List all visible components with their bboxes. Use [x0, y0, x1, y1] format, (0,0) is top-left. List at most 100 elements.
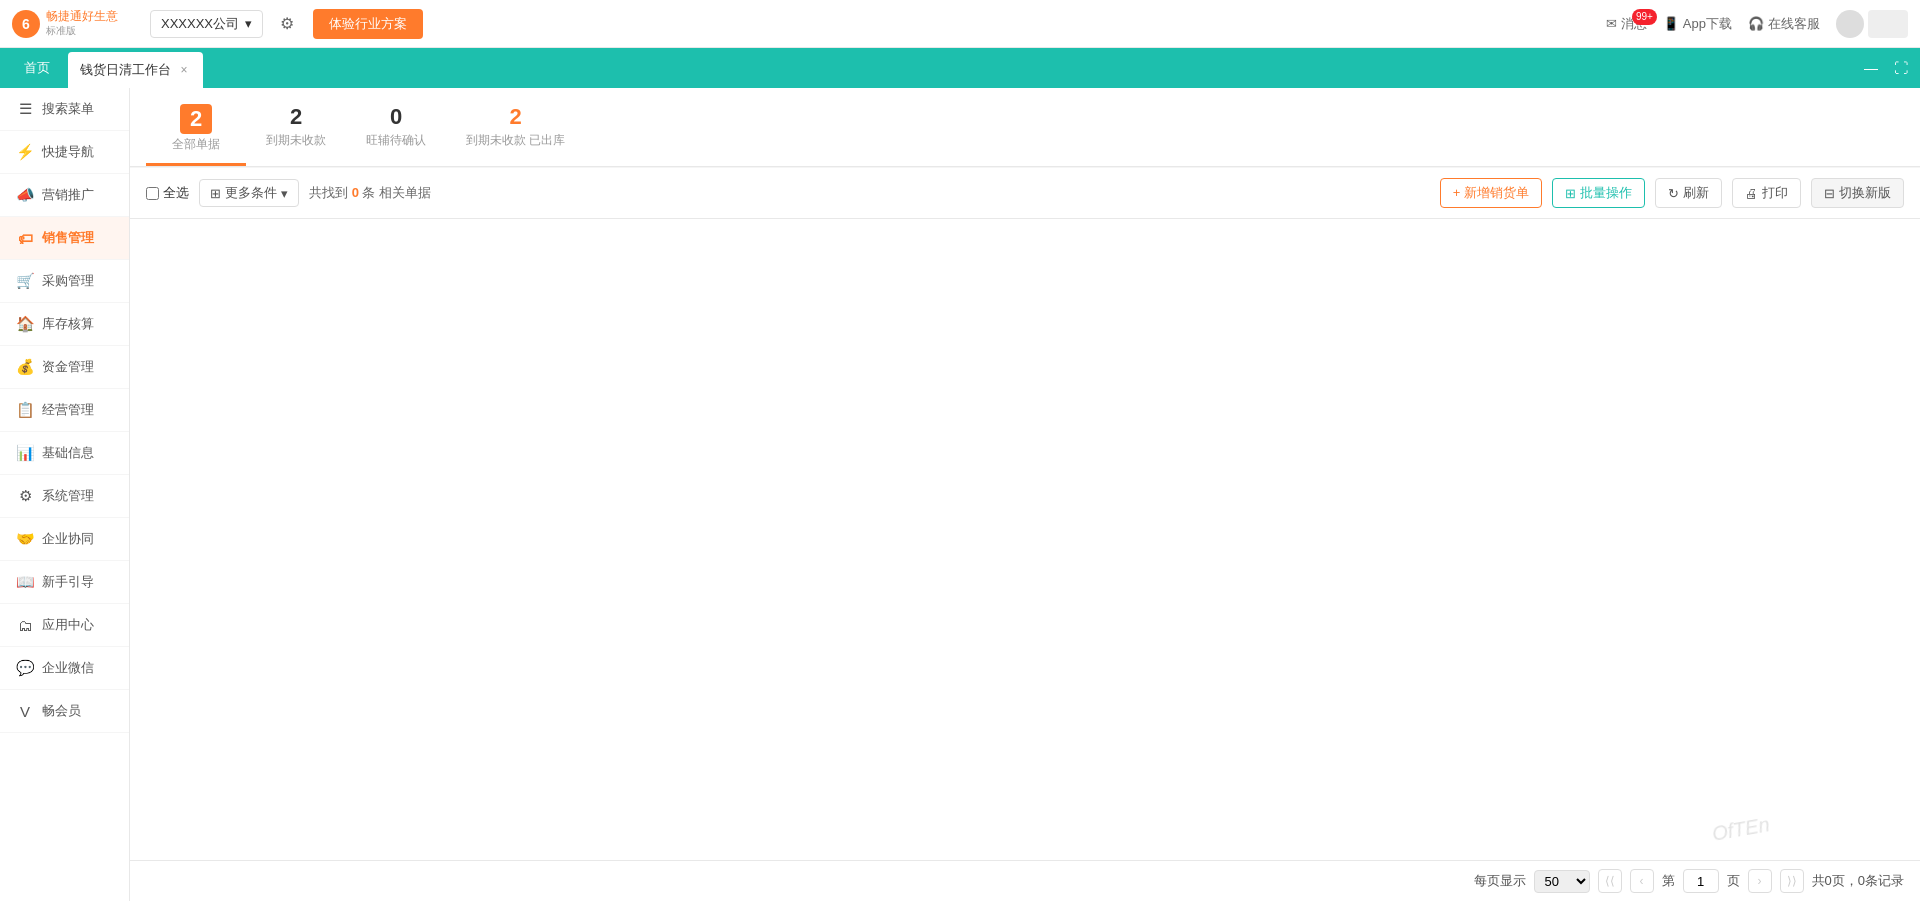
logo-text: 畅捷通好生意 标准版: [46, 9, 118, 39]
sidebar-item-guide[interactable]: 📖 新手引导: [0, 561, 129, 604]
tab-expand-icon[interactable]: ⛶: [1890, 56, 1912, 80]
sidebar-item-search[interactable]: ☰ 搜索菜单: [0, 88, 129, 131]
sidebar-item-collaboration[interactable]: 🤝 企业协同: [0, 518, 129, 561]
page-number-input[interactable]: [1683, 869, 1719, 893]
sidebar-item-wechat[interactable]: 💬 企业微信: [0, 647, 129, 690]
next-page-button[interactable]: ›: [1748, 869, 1772, 893]
app-download-label: App下载: [1683, 15, 1732, 33]
sidebar-label-member: 畅会员: [42, 702, 81, 720]
sidebar-item-purchase[interactable]: 🛒 采购管理: [0, 260, 129, 303]
base-info-icon: 📊: [16, 444, 34, 462]
sidebar-label-inventory: 库存核算: [42, 315, 94, 333]
sidebar-item-sales[interactable]: 🏷 销售管理: [0, 217, 129, 260]
stat-label-shipped: 到期未收款 已出库: [466, 132, 565, 149]
online-service-label: 在线客服: [1768, 15, 1820, 33]
app-download-icon: 📱: [1663, 16, 1679, 31]
batch-label: 批量操作: [1580, 184, 1632, 202]
sidebar-label-marketing: 营销推广: [42, 186, 94, 204]
total-info: 共0页，0条记录: [1812, 872, 1904, 890]
main-layout: ☰ 搜索菜单 ⚡ 快捷导航 📣 营销推广 🏷 销售管理 🛒 采购管理 🏠 库存核…: [0, 88, 1920, 901]
page-label: 第: [1662, 872, 1675, 890]
per-page-select[interactable]: 50 100 200: [1534, 870, 1590, 893]
member-icon: V: [16, 703, 34, 720]
batch-operation-button[interactable]: ⊞ 批量操作: [1552, 178, 1645, 208]
last-page-button[interactable]: ⟩⟩: [1780, 869, 1804, 893]
online-service-button[interactable]: 🎧 在线客服: [1748, 15, 1820, 33]
tab-bar: 首页 钱货日清工作台 × — ⛶: [0, 48, 1920, 88]
company-dropdown-icon: ▾: [245, 16, 252, 31]
checkbox-input[interactable]: [146, 187, 159, 200]
company-selector[interactable]: XXXXXX公司 ▾: [150, 10, 263, 38]
sidebar-label-base-info: 基础信息: [42, 444, 94, 462]
sidebar: ☰ 搜索菜单 ⚡ 快捷导航 📣 营销推广 🏷 销售管理 🛒 采购管理 🏠 库存核…: [0, 88, 130, 901]
app-download-button[interactable]: 📱 App下载: [1663, 15, 1732, 33]
message-button[interactable]: ✉ 消息 99+: [1606, 15, 1647, 33]
sidebar-item-shortcuts[interactable]: ⚡ 快捷导航: [0, 131, 129, 174]
tab-active-label: 钱货日清工作台: [80, 61, 171, 79]
print-button[interactable]: 🖨 打印: [1732, 178, 1801, 208]
sidebar-item-inventory[interactable]: 🏠 库存核算: [0, 303, 129, 346]
collaboration-icon: 🤝: [16, 530, 34, 548]
switch-version-button[interactable]: ⊟ 切换新版: [1811, 178, 1904, 208]
stat-tab-shipped[interactable]: 2 到期未收款 已出库: [446, 96, 585, 166]
trial-button[interactable]: 体验行业方案: [313, 9, 423, 39]
message-badge: 99+: [1632, 9, 1657, 25]
switch-icon: ⊟: [1824, 186, 1835, 201]
user-info[interactable]: [1836, 10, 1908, 38]
sidebar-label-system: 系统管理: [42, 487, 94, 505]
print-label: 打印: [1762, 184, 1788, 202]
first-page-button[interactable]: ⟨⟨: [1598, 869, 1622, 893]
search-menu-icon: ☰: [16, 100, 34, 118]
settings-button[interactable]: ⚙: [271, 8, 303, 40]
tab-home[interactable]: 首页: [8, 48, 66, 88]
select-all-label: 全选: [163, 184, 189, 202]
switch-label: 切换新版: [1839, 184, 1891, 202]
page-suffix: 页: [1727, 872, 1740, 890]
add-sales-order-button[interactable]: + 新增销货单: [1440, 178, 1542, 208]
filter-button[interactable]: ⊞ 更多条件 ▾: [199, 179, 299, 207]
sidebar-label-app-center: 应用中心: [42, 616, 94, 634]
toolbar-left: 全选 ⊞ 更多条件 ▾ 共找到 0 条 相关单据: [146, 179, 1428, 207]
stat-tab-all[interactable]: 2 全部单据: [146, 96, 246, 166]
stat-label-wangfu: 旺辅待确认: [366, 132, 426, 149]
top-header: 6 畅捷通好生意 标准版 XXXXXX公司 ▾ ⚙ 体验行业方案 ✉ 消息 99…: [0, 0, 1920, 48]
tab-minimize-icon[interactable]: —: [1860, 56, 1882, 80]
sidebar-item-system[interactable]: ⚙ 系统管理: [0, 475, 129, 518]
tab-close-button[interactable]: ×: [177, 63, 191, 77]
sidebar-item-member[interactable]: V 畅会员: [0, 690, 129, 733]
wechat-icon: 💬: [16, 659, 34, 677]
refresh-button[interactable]: ↻ 刷新: [1655, 178, 1722, 208]
pagination: 每页显示 50 100 200 ⟨⟨ ‹ 第 页 › ⟩⟩ 共0页，0条记录: [130, 860, 1920, 901]
sidebar-label-search: 搜索菜单: [42, 100, 94, 118]
stat-label-overdue: 到期未收款: [266, 132, 326, 149]
marketing-icon: 📣: [16, 186, 34, 204]
toolbar-right: + 新增销货单 ⊞ 批量操作 ↻ 刷新 🖨 打印 ⊟ 切换新版: [1440, 178, 1904, 208]
sidebar-label-guide: 新手引导: [42, 573, 94, 591]
sidebar-item-operations[interactable]: 📋 经营管理: [0, 389, 129, 432]
logo-area: 6 畅捷通好生意 标准版: [12, 9, 142, 39]
finance-icon: 💰: [16, 358, 34, 376]
stat-tab-wangfu[interactable]: 0 旺辅待确认: [346, 96, 446, 166]
stat-number-overdue: 2: [290, 104, 302, 130]
per-page-label: 每页显示: [1474, 872, 1526, 890]
sidebar-item-app-center[interactable]: 🗂 应用中心: [0, 604, 129, 647]
header-right: ✉ 消息 99+ 📱 App下载 🎧 在线客服: [1606, 10, 1908, 38]
sidebar-label-purchase: 采购管理: [42, 272, 94, 290]
stats-tabs: 2 全部单据 2 到期未收款 0 旺辅待确认 2 到期未收款 已出库: [130, 88, 1920, 167]
sidebar-item-marketing[interactable]: 📣 营销推广: [0, 174, 129, 217]
refresh-label: 刷新: [1683, 184, 1709, 202]
tab-active[interactable]: 钱货日清工作台 ×: [68, 52, 203, 88]
message-icon: ✉: [1606, 16, 1617, 31]
stat-tab-overdue[interactable]: 2 到期未收款: [246, 96, 346, 166]
sales-icon: 🏷: [16, 230, 34, 247]
sidebar-label-finance: 资金管理: [42, 358, 94, 376]
result-count: 0: [352, 185, 359, 200]
select-all-checkbox[interactable]: 全选: [146, 184, 189, 202]
sidebar-item-finance[interactable]: 💰 资金管理: [0, 346, 129, 389]
avatar2: [1868, 10, 1908, 38]
guide-icon: 📖: [16, 573, 34, 591]
prev-page-button[interactable]: ‹: [1630, 869, 1654, 893]
sidebar-item-base-info[interactable]: 📊 基础信息: [0, 432, 129, 475]
sidebar-label-wechat: 企业微信: [42, 659, 94, 677]
print-icon: 🖨: [1745, 186, 1758, 201]
